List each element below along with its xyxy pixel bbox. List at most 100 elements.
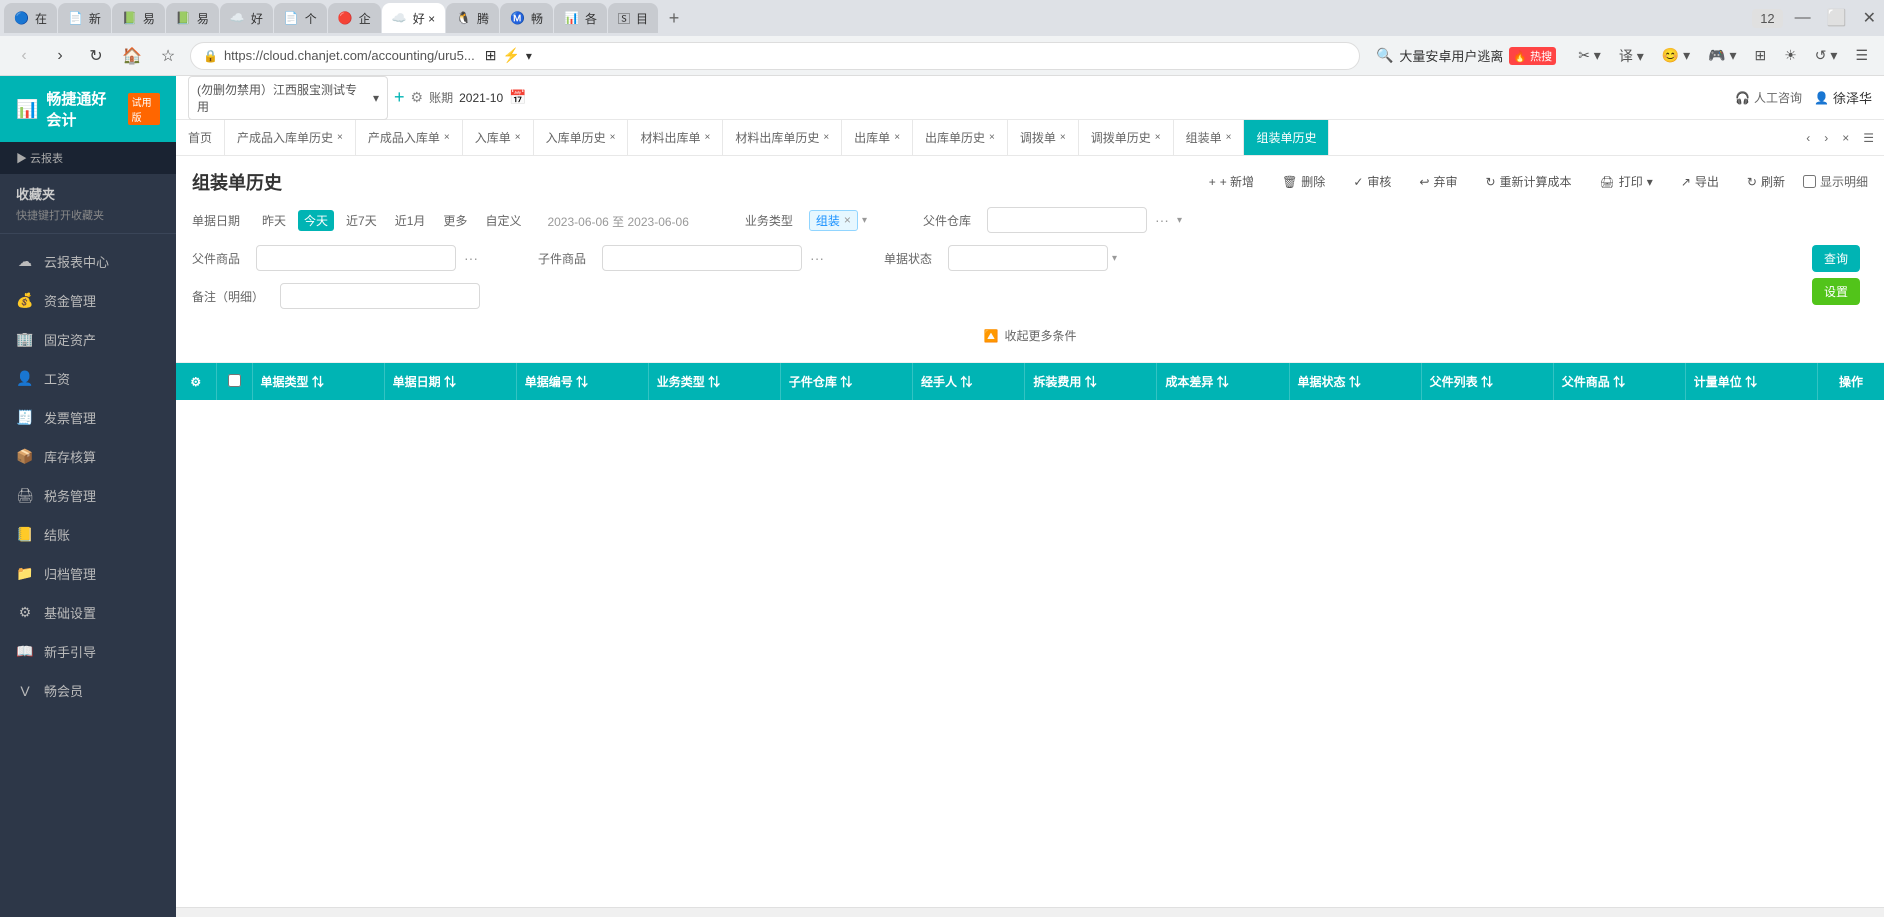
th-business-type[interactable]: 业务类型 ⇅ (648, 363, 780, 400)
th-dismantling-cost[interactable]: 拆装费用 ⇅ (1025, 363, 1157, 400)
parent-goods-dots-button[interactable]: ··· (460, 250, 482, 266)
tab-close-icon[interactable]: × (1226, 132, 1232, 143)
back-button[interactable]: ‹ (10, 42, 38, 70)
sidebar-item-cloud-report[interactable]: ☁ 云报表中心 (0, 242, 176, 281)
browser-tab-11[interactable]: 📊 各 (554, 3, 607, 33)
child-goods-input[interactable] (602, 245, 802, 271)
service-button[interactable]: 🎧 人工咨询 (1735, 89, 1802, 106)
emoji-icon[interactable]: 😊 ▾ (1656, 45, 1696, 66)
date-today[interactable]: 今天 (298, 210, 334, 231)
favorites-sub[interactable]: 快捷键打开收藏夹 (16, 207, 160, 223)
brightness-icon[interactable]: ☀ (1778, 45, 1803, 66)
print-button[interactable]: 🖨 打印 ▾ (1590, 168, 1663, 195)
tab-close-icon[interactable]: × (337, 132, 343, 143)
business-type-dropdown-icon[interactable]: ▾ (862, 215, 867, 226)
order-status-input[interactable] (948, 245, 1108, 271)
sidebar-item-archive[interactable]: 📁 归档管理 (0, 554, 176, 593)
query-button[interactable]: 查询 (1812, 245, 1860, 272)
collapse-bar[interactable]: 🔼 收起更多条件 (192, 321, 1868, 350)
refresh-button[interactable]: ↻ (82, 42, 110, 70)
forward-button[interactable]: › (46, 42, 74, 70)
sidebar-item-settings[interactable]: ⚙ 基础设置 (0, 593, 176, 632)
minimize-button[interactable]: — (1791, 5, 1815, 31)
period-value[interactable]: 2021-10 (459, 91, 503, 105)
setting-button[interactable]: 设置 (1812, 278, 1860, 305)
sidebar-item-tax[interactable]: 🖨 税务管理 (0, 476, 176, 515)
tab-assembly[interactable]: 组装单 × (1174, 120, 1245, 156)
tab-close-icon[interactable]: × (1060, 132, 1066, 143)
game-icon[interactable]: 🎮 ▾ (1702, 45, 1742, 66)
th-bill-no[interactable]: 单据编号 ⇅ (516, 363, 648, 400)
delete-button[interactable]: 🗑 删除 (1272, 168, 1335, 195)
tab-close-icon[interactable]: × (1155, 132, 1161, 143)
child-goods-dots-button[interactable]: ··· (806, 250, 828, 266)
browser-tab-12[interactable]: 🅂 目 (608, 3, 658, 33)
sidebar-item-funds[interactable]: 💰 资金管理 (0, 281, 176, 320)
dropdown-arrow-icon[interactable]: ▾ (526, 49, 532, 63)
business-type-select[interactable]: 组装 × ▾ (809, 210, 867, 231)
sidebar-item-guide[interactable]: 📖 新手引导 (0, 632, 176, 671)
recalculate-button[interactable]: ↻ 重新计算成本 (1475, 168, 1581, 195)
tab-close-icon[interactable]: × (894, 132, 900, 143)
sidebar-item-invoice[interactable]: 🧾 发票管理 (0, 398, 176, 437)
browser-tab-5[interactable]: ☁️ 好 (220, 3, 273, 33)
add-button[interactable]: + + 新增 (1199, 168, 1264, 195)
select-all-checkbox[interactable] (228, 374, 241, 387)
show-detail-toggle[interactable]: 显示明细 (1803, 173, 1868, 190)
browser-tab-1[interactable]: 🔵 在 (4, 3, 57, 33)
date-yesterday[interactable]: 昨天 (256, 210, 292, 231)
date-1month[interactable]: 近1月 (389, 210, 432, 231)
tab-count-badge[interactable]: 12 (1752, 9, 1782, 28)
th-unit[interactable]: 计量单位 ⇅ (1685, 363, 1817, 400)
abandon-button[interactable]: ↩ 弃审 (1409, 168, 1467, 195)
refresh-page-button[interactable]: ↻ 刷新 (1737, 168, 1795, 195)
menu-icon[interactable]: ☰ (1849, 45, 1874, 66)
maximize-button[interactable]: ⬜ (1823, 4, 1851, 32)
star-button[interactable]: ☆ (154, 42, 182, 70)
sidebar-item-salary[interactable]: 👤 工资 (0, 359, 176, 398)
tab-close-icon[interactable]: × (610, 132, 616, 143)
date-more[interactable]: 更多 (437, 210, 473, 231)
th-bill-status[interactable]: 单据状态 ⇅ (1289, 363, 1421, 400)
th-child-warehouse[interactable]: 子件仓库 ⇅ (780, 363, 912, 400)
bottom-scrollbar[interactable] (176, 907, 1884, 917)
note-input[interactable] (280, 283, 480, 309)
tabs-close-button[interactable]: × (1836, 129, 1855, 147)
parent-goods-input[interactable] (256, 245, 456, 271)
tab-material-outbound[interactable]: 材料出库单 × (628, 120, 723, 156)
tab-transfer-history[interactable]: 调拨单历史 × (1079, 120, 1174, 156)
th-bill-date[interactable]: 单据日期 ⇅ (384, 363, 516, 400)
browser-tab-9[interactable]: 🐧 腾 (446, 3, 499, 33)
browser-tab-3[interactable]: 📗 易 (112, 3, 165, 33)
grid-icon[interactable]: ⊞ (1748, 45, 1772, 66)
tab-finished-goods[interactable]: 产成品入库单 × (356, 120, 463, 156)
undo-icon[interactable]: ↺ ▾ (1809, 45, 1844, 66)
date-7days[interactable]: 近7天 (340, 210, 383, 231)
address-bar[interactable]: 🔒 https://cloud.chanjet.com/accounting/u… (190, 42, 1360, 70)
tab-close-icon[interactable]: × (515, 132, 521, 143)
th-parent-goods[interactable]: 父件商品 ⇅ (1553, 363, 1685, 400)
new-tab-button[interactable]: + (659, 3, 689, 33)
translate-icon[interactable]: 译 ▾ (1613, 44, 1650, 68)
close-window-button[interactable]: ✕ (1859, 4, 1880, 32)
tabs-prev-button[interactable]: ‹ (1800, 129, 1816, 147)
account-selector[interactable]: (勿删勿禁用）江西服宝测试专用 ▾ (188, 76, 388, 120)
sidebar-item-checkout[interactable]: 📒 结账 (0, 515, 176, 554)
th-settings[interactable]: ⚙ (176, 363, 216, 400)
tab-assembly-history[interactable]: 组装单历史 (1244, 120, 1329, 156)
sidebar-item-member[interactable]: V 畅会员 (0, 671, 176, 710)
browser-tab-10[interactable]: Ⓜ️ 畅 (500, 3, 553, 33)
tab-finished-goods-history[interactable]: 产成品入库单历史 × (225, 120, 356, 156)
show-detail-checkbox[interactable] (1803, 175, 1816, 188)
tabs-next-button[interactable]: › (1818, 129, 1834, 147)
parent-warehouse-input[interactable] (987, 207, 1147, 233)
tab-close-icon[interactable]: × (989, 132, 995, 143)
tab-outbound[interactable]: 出库单 × (842, 120, 913, 156)
add-account-button[interactable]: + (394, 87, 405, 108)
tab-transfer[interactable]: 调拨单 × (1008, 120, 1079, 156)
calendar-icon[interactable]: 📅 (509, 89, 526, 106)
order-status-dropdown-icon[interactable]: ▾ (1112, 253, 1117, 264)
date-custom[interactable]: 自定义 (479, 210, 527, 231)
tab-inbound[interactable]: 入库单 × (463, 120, 534, 156)
th-parent-list[interactable]: 父件列表 ⇅ (1421, 363, 1553, 400)
